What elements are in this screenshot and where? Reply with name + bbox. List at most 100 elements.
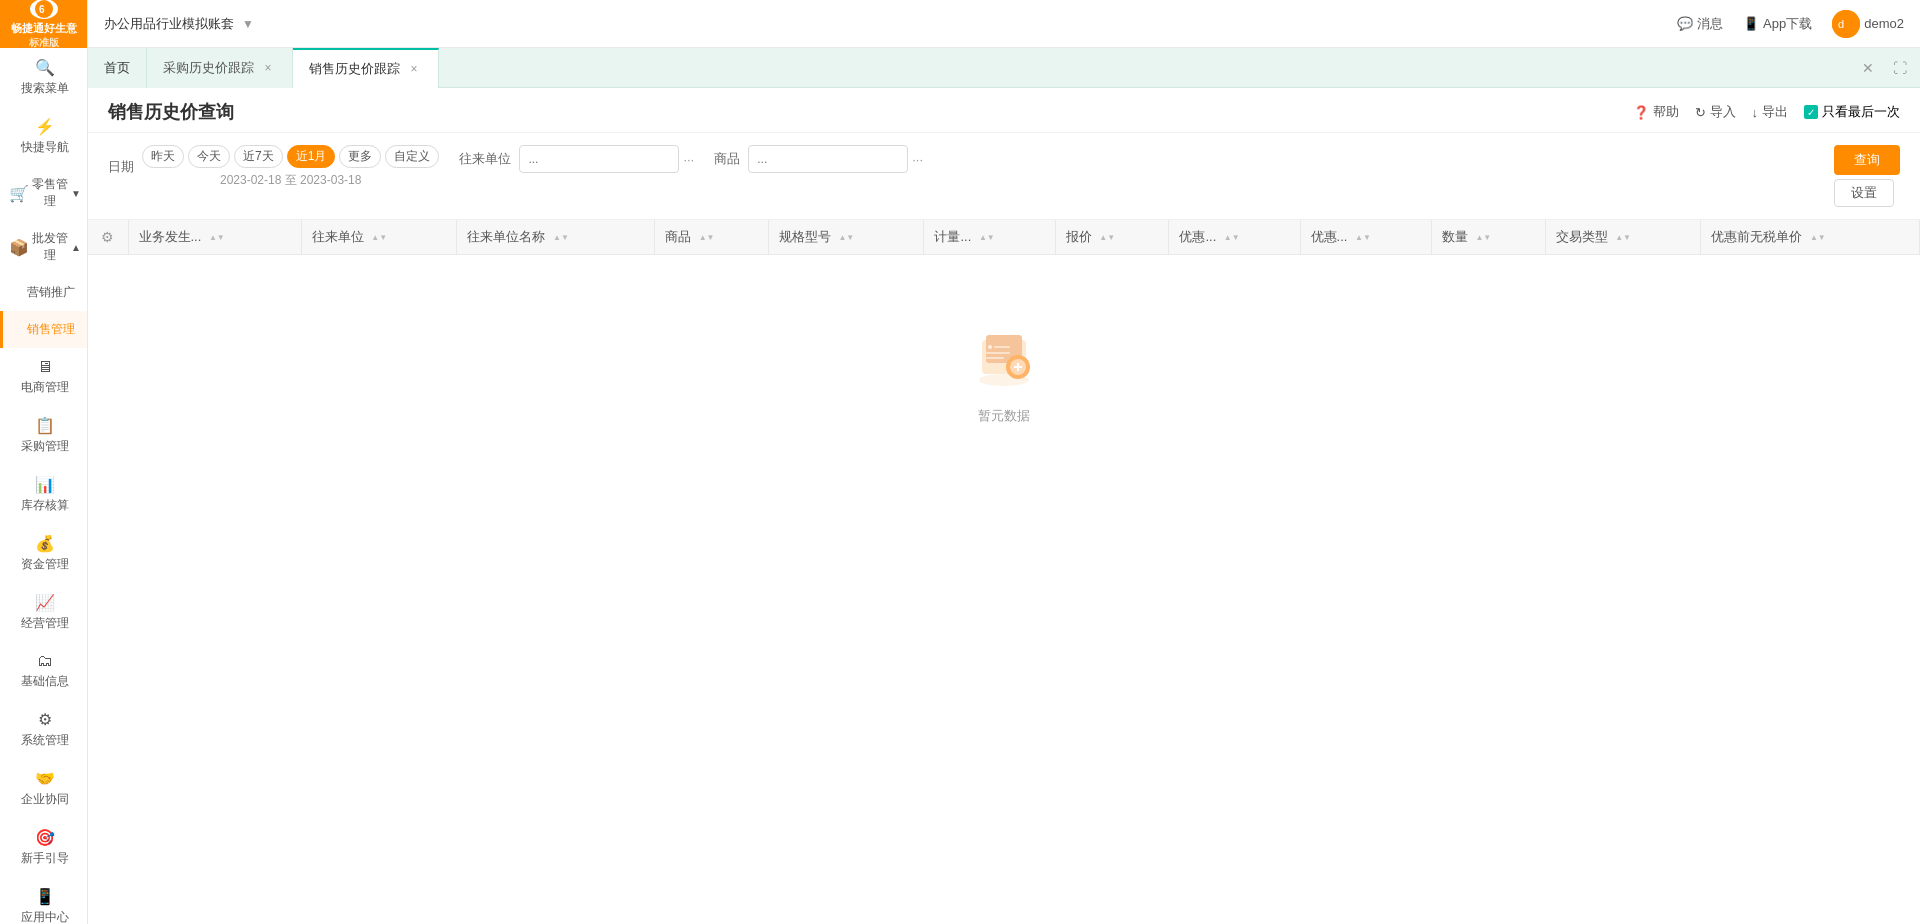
sidebar-item-marketing[interactable]: 营销推广 xyxy=(0,274,87,311)
sidebar-item-search[interactable]: 🔍 搜索菜单 xyxy=(0,48,87,107)
th-quantity[interactable]: 数量 ▲▼ xyxy=(1431,220,1545,255)
sidebar-item-label: 零售管理 xyxy=(31,176,69,210)
only-last-checkbox[interactable]: ✓ 只看最后一次 xyxy=(1804,103,1900,121)
tab-home[interactable]: 首页 xyxy=(88,48,147,88)
sidebar-item-label: 采购管理 xyxy=(21,438,69,455)
logo: 6 畅捷通好生意 标准版 xyxy=(0,0,87,48)
filter-bar: 日期 昨天 今天 近7天 近1月 更多 自定义 2023-02-18 至 202… xyxy=(88,133,1920,220)
message-button[interactable]: 💬 消息 xyxy=(1677,15,1723,33)
user-name: demo2 xyxy=(1864,16,1904,31)
tab-maximize-button[interactable]: ⛶ xyxy=(1888,56,1912,80)
sidebar-item-wholesale[interactable]: 📦 批发管理 ▲ xyxy=(0,220,87,274)
help-button[interactable]: ❓ 帮助 xyxy=(1633,103,1679,121)
sort-icon: ▲▼ xyxy=(1475,233,1491,242)
th-spec[interactable]: 规格型号 ▲▼ xyxy=(768,220,924,255)
tab-purchase[interactable]: 采购历史价跟踪 × xyxy=(147,48,293,88)
sidebar-item-enterprise[interactable]: 🤝 企业协同 xyxy=(0,759,87,818)
sidebar-item-sales-mgmt[interactable]: 销售管理 xyxy=(0,311,87,348)
message-label: 消息 xyxy=(1697,15,1723,33)
date-btn-today[interactable]: 今天 xyxy=(188,145,230,168)
sidebar-item-label: 营销推广 xyxy=(27,284,75,301)
app-download-button[interactable]: 📱 App下载 xyxy=(1743,15,1812,33)
user-menu-button[interactable]: d demo2 xyxy=(1832,10,1904,38)
table-header-row: ⚙ 业务发生... ▲▼ 往来单位 ▲▼ 往来单位名称 ▲▼ xyxy=(88,220,1920,255)
sidebar-item-label: 快捷导航 xyxy=(21,139,69,156)
sort-icon: ▲▼ xyxy=(979,233,995,242)
svg-rect-12 xyxy=(994,346,1010,348)
sidebar-item-label: 应用中心 xyxy=(21,909,69,924)
product-input[interactable] xyxy=(748,145,908,173)
import-icon: ↻ xyxy=(1695,105,1706,120)
th-settings[interactable]: ⚙ xyxy=(88,220,128,255)
sidebar-item-newbie[interactable]: 🎯 新手引导 xyxy=(0,818,87,877)
column-settings-icon[interactable]: ⚙ xyxy=(101,229,114,245)
product-filter-group: 商品 ··· xyxy=(714,145,923,173)
settings-button[interactable]: 设置 xyxy=(1834,179,1894,207)
date-btn-7days[interactable]: 近7天 xyxy=(234,145,283,168)
date-btn-1month[interactable]: 近1月 xyxy=(287,145,336,168)
import-button[interactable]: ↻ 导入 xyxy=(1695,103,1736,121)
sidebar-item-apps[interactable]: 📱 应用中心 xyxy=(0,877,87,924)
date-btn-custom[interactable]: 自定义 xyxy=(385,145,439,168)
table-container: ⚙ 业务发生... ▲▼ 往来单位 ▲▼ 往来单位名称 ▲▼ xyxy=(88,220,1920,924)
trending-icon: 📈 xyxy=(35,593,55,612)
sidebar-item-finance[interactable]: 💰 资金管理 xyxy=(0,524,87,583)
clipboard-icon: 📋 xyxy=(35,416,55,435)
sidebar-item-label: 经营管理 xyxy=(21,615,69,632)
topbar-left: 办公用品行业模拟账套 ▼ xyxy=(104,15,254,33)
chevron-down-icon: ▼ xyxy=(71,188,81,199)
product-more-icon[interactable]: ··· xyxy=(912,152,923,167)
date-filter-group: 日期 昨天 今天 近7天 近1月 更多 自定义 2023-02-18 至 202… xyxy=(108,145,439,189)
sidebar-item-shortcuts[interactable]: ⚡ 快捷导航 xyxy=(0,107,87,166)
logo-subtitle: 标准版 xyxy=(29,36,59,50)
th-trade-type[interactable]: 交易类型 ▲▼ xyxy=(1545,220,1701,255)
topbar-right: 💬 消息 📱 App下载 d demo2 xyxy=(1677,10,1904,38)
query-button[interactable]: 查询 xyxy=(1834,145,1900,175)
th-partner-name[interactable]: 往来单位名称 ▲▼ xyxy=(457,220,655,255)
sidebar-item-purchase-mgmt[interactable]: 📋 采购管理 xyxy=(0,406,87,465)
sidebar-item-operations[interactable]: 📈 经营管理 xyxy=(0,583,87,642)
sidebar-item-label: 系统管理 xyxy=(21,732,69,749)
tab-close-button[interactable]: ✕ xyxy=(1856,56,1880,80)
svg-rect-14 xyxy=(986,357,1004,359)
export-button[interactable]: ↓ 导出 xyxy=(1752,103,1789,121)
dropdown-icon[interactable]: ▼ xyxy=(242,17,254,31)
date-btn-yesterday[interactable]: 昨天 xyxy=(142,145,184,168)
sidebar-item-retail[interactable]: 🛒 零售管理 ▼ xyxy=(0,166,87,220)
chart-icon: 📊 xyxy=(35,475,55,494)
monitor-icon: 🖥 xyxy=(37,358,53,376)
sidebar-item-inventory[interactable]: 📊 库存核算 xyxy=(0,465,87,524)
gear-icon: ⚙ xyxy=(38,710,52,729)
lightning-icon: ⚡ xyxy=(35,117,55,136)
sidebar-item-basics[interactable]: 🗂 基础信息 xyxy=(0,642,87,700)
th-no-tax-price[interactable]: 优惠前无税单价 ▲▼ xyxy=(1701,220,1920,255)
sort-icon: ▲▼ xyxy=(371,233,387,242)
sidebar-item-label: 资金管理 xyxy=(21,556,69,573)
page-actions: ❓ 帮助 ↻ 导入 ↓ 导出 ✓ 只看最后一次 xyxy=(1633,103,1901,121)
date-btn-more[interactable]: 更多 xyxy=(339,145,381,168)
th-discount1[interactable]: 优惠... ▲▼ xyxy=(1169,220,1300,255)
sidebar-item-ecommerce[interactable]: 🖥 电商管理 xyxy=(0,348,87,406)
sort-icon: ▲▼ xyxy=(1224,233,1240,242)
product-filter-input: ··· xyxy=(748,145,923,173)
partner-filter-group: 往来单位 ··· xyxy=(459,145,694,173)
tab-purchase-close[interactable]: × xyxy=(260,60,276,76)
th-quote[interactable]: 报价 ▲▼ xyxy=(1055,220,1169,255)
money-icon: 💰 xyxy=(35,534,55,553)
sort-icon: ▲▼ xyxy=(1615,233,1631,242)
tab-sales-close[interactable]: × xyxy=(406,61,422,77)
th-partner-code[interactable]: 往来单位 ▲▼ xyxy=(301,220,457,255)
help-icon: ❓ xyxy=(1633,105,1649,120)
th-biz-date[interactable]: 业务发生... ▲▼ xyxy=(128,220,301,255)
partner-more-icon[interactable]: ··· xyxy=(683,152,694,167)
th-discount2[interactable]: 优惠... ▲▼ xyxy=(1300,220,1431,255)
th-product[interactable]: 商品 ▲▼ xyxy=(655,220,769,255)
product-filter-label: 商品 xyxy=(714,150,740,168)
target-icon: 🎯 xyxy=(35,828,55,847)
sidebar-item-system[interactable]: ⚙ 系统管理 xyxy=(0,700,87,759)
sort-icon: ▲▼ xyxy=(1810,233,1826,242)
tab-sales[interactable]: 销售历史价跟踪 × xyxy=(293,48,439,88)
partner-input[interactable] xyxy=(519,145,679,173)
svg-point-11 xyxy=(988,345,992,349)
th-unit[interactable]: 计量... ▲▼ xyxy=(924,220,1055,255)
